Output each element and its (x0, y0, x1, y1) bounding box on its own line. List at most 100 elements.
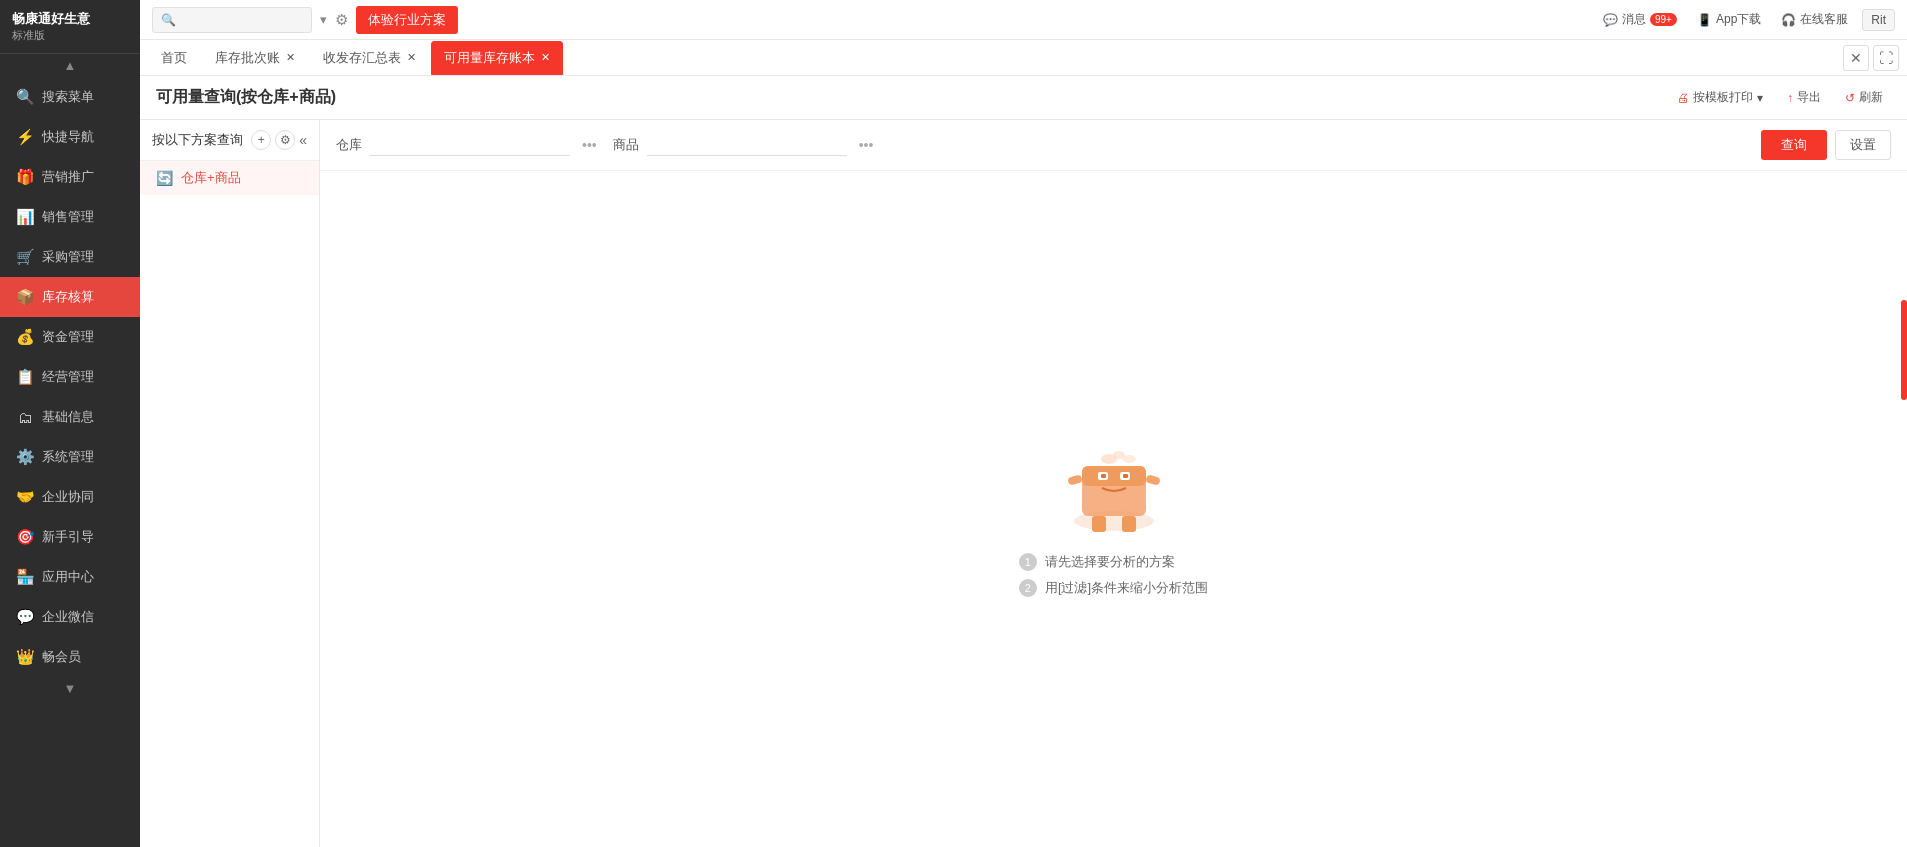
scheme-label: 仓库+商品 (181, 169, 241, 187)
print-btn[interactable]: 🖨 按模板打印 ▾ (1669, 86, 1771, 109)
messages-badge: 99+ (1650, 13, 1677, 26)
sidebar-icon-search: 🔍 (16, 88, 34, 106)
right-scrollbar[interactable] (1901, 300, 1907, 400)
messages-btn[interactable]: 💬 消息 99+ (1597, 8, 1683, 31)
tab-available-ledger[interactable]: 可用量库存账本 ✕ (431, 41, 563, 75)
service-icon: 🎧 (1781, 13, 1796, 27)
left-panel-header: 按以下方案查询 + ⚙ « (140, 120, 319, 161)
app-name: 畅康通好生意 (12, 10, 128, 28)
sidebar-item-enterprise[interactable]: 🤝企业协同 (0, 477, 140, 517)
trial-btn[interactable]: 体验行业方案 (356, 6, 458, 34)
sidebar-icon-operations: 📋 (16, 368, 34, 386)
product-field: 商品 ••• (613, 134, 874, 156)
tab-maximize-btn[interactable]: ⛶ (1873, 45, 1899, 71)
user-avatar[interactable]: Rit (1862, 9, 1895, 31)
tip-num-1: 1 (1019, 553, 1037, 571)
page-title: 可用量查询(按仓库+商品) (156, 87, 336, 108)
print-label: 按模板打印 (1693, 89, 1753, 106)
tab-close-btn[interactable]: ✕ (1843, 45, 1869, 71)
sidebar-icon-sales: 📊 (16, 208, 34, 226)
sidebar-item-appstore[interactable]: 🏪 应用中心 (0, 557, 140, 597)
app-download-label: App下载 (1716, 11, 1761, 28)
scheme-warehouse-product[interactable]: 🔄 仓库+商品 (140, 161, 319, 195)
sidebar-item-purchase[interactable]: 🛒采购管理 (0, 237, 140, 277)
close-icon[interactable]: ✕ (286, 51, 295, 64)
sidebar-icon-marketing: 🎁 (16, 168, 34, 186)
sidebar-item-system[interactable]: ⚙️ 系统管理 (0, 437, 140, 477)
sidebar-item-newbie[interactable]: 🎯新手引导 (0, 517, 140, 557)
product-more-btn[interactable]: ••• (859, 137, 874, 153)
online-service-btn[interactable]: 🎧 在线客服 (1775, 8, 1854, 31)
sidebar-icon-system: ⚙️ (16, 448, 34, 466)
sidebar-menu: 🔍 搜索菜单 ⚡快捷导航🎁营销推广 📊 销售管理 🛒采购管理📦库存核算💰资金管理📋经营管理… (0, 77, 140, 677)
app-download-btn[interactable]: 📱 App下载 (1691, 8, 1767, 31)
sidebar-item-wechat[interactable]: 💬企业微信 (0, 597, 140, 637)
refresh-btn[interactable]: ↺ 刷新 (1837, 86, 1891, 109)
panel-header-label: 按以下方案查询 (152, 131, 243, 149)
sidebar-item-search[interactable]: 🔍 搜索菜单 (0, 77, 140, 117)
svg-rect-5 (1101, 474, 1106, 478)
page-actions: 🖨 按模板打印 ▾ ↑ 导出 ↺ 刷新 (1669, 86, 1891, 109)
sidebar-item-sales[interactable]: 📊 销售管理 (0, 197, 140, 237)
filter-row: 仓库 ••• 商品 ••• 查询 设置 (320, 120, 1907, 171)
warehouse-field: 仓库 ••• (336, 134, 597, 156)
tab-batch-ledger[interactable]: 库存批次账 ✕ (202, 41, 308, 75)
content-area: 按以下方案查询 + ⚙ « 🔄 仓库+商品 仓库 ••• (140, 120, 1907, 847)
settings-icon[interactable]: ⚙ (335, 11, 348, 29)
download-icon: 📱 (1697, 13, 1712, 27)
tip-text-2: 用[过滤]条件来缩小分析范围 (1045, 579, 1208, 597)
sidebar-icon-appstore: 🏪 (16, 568, 34, 586)
settings-btn[interactable]: 设置 (1835, 130, 1891, 160)
sidebar-label-appstore: 应用中心 (42, 568, 94, 586)
sidebar-icon-enterprise: 🤝 (16, 488, 34, 506)
search-icon: 🔍 (161, 13, 176, 27)
product-input[interactable] (647, 134, 847, 156)
sidebar-item-member[interactable]: 👑畅会员 (0, 637, 140, 677)
sidebar-label-member: 畅会员 (42, 648, 81, 666)
sidebar-item-finance[interactable]: 💰资金管理 (0, 317, 140, 357)
sidebar-label-sales: 销售管理 (42, 208, 94, 226)
page-header: 可用量查询(按仓库+商品) 🖨 按模板打印 ▾ ↑ 导出 ↺ 刷新 (140, 76, 1907, 120)
settings-scheme-btn[interactable]: ⚙ (275, 130, 295, 150)
empty-tip-2: 2 用[过滤]条件来缩小分析范围 (1019, 579, 1208, 597)
tabs-bar: 首页 库存批次账 ✕ 收发存汇总表 ✕ 可用量库存账本 ✕ ✕ ⛶ (140, 40, 1907, 76)
sidebar-item-basic[interactable]: 🗂基础信息 (0, 397, 140, 437)
sidebar-item-marketing[interactable]: 🎁营销推广 (0, 157, 140, 197)
sidebar-label-finance: 资金管理 (42, 328, 94, 346)
empty-tip-1: 1 请先选择要分析的方案 (1019, 553, 1208, 571)
tab-label: 收发存汇总表 (323, 49, 401, 67)
tab-receipt-summary[interactable]: 收发存汇总表 ✕ (310, 41, 429, 75)
sidebar-item-inventory[interactable]: 📦库存核算 (0, 277, 140, 317)
app-version: 标准版 (12, 28, 128, 43)
tab-home[interactable]: 首页 (148, 41, 200, 75)
svg-rect-2 (1082, 466, 1146, 486)
top-header: 🔍 ▾ ⚙ 体验行业方案 💬 消息 99+ 📱 App下载 🎧 在线客服 Rit (140, 0, 1907, 40)
empty-tips: 1 请先选择要分析的方案 2 用[过滤]条件来缩小分析范围 (1019, 553, 1208, 597)
warehouse-more-btn[interactable]: ••• (582, 137, 597, 153)
left-panel: 按以下方案查询 + ⚙ « 🔄 仓库+商品 (140, 120, 320, 847)
chevron-down-icon[interactable]: ▾ (1757, 91, 1763, 105)
header-search-box[interactable]: 🔍 (152, 7, 312, 33)
export-label: 导出 (1797, 89, 1821, 106)
collapse-btn[interactable]: « (299, 132, 307, 148)
svg-rect-6 (1123, 474, 1128, 478)
scheme-icon: 🔄 (156, 170, 173, 186)
sidebar-label-search: 搜索菜单 (42, 88, 94, 106)
tip-num-2: 2 (1019, 579, 1037, 597)
close-icon[interactable]: ✕ (407, 51, 416, 64)
warehouse-input[interactable] (370, 134, 570, 156)
close-icon[interactable]: ✕ (541, 51, 550, 64)
online-service-label: 在线客服 (1800, 11, 1848, 28)
sidebar-label-system: 系统管理 (42, 448, 94, 466)
scroll-down-btn[interactable]: ▼ (0, 677, 140, 700)
home-label: 首页 (161, 49, 187, 67)
sidebar-item-operations[interactable]: 📋经营管理 (0, 357, 140, 397)
message-icon: 💬 (1603, 13, 1618, 27)
query-btn[interactable]: 查询 (1761, 130, 1827, 160)
add-scheme-btn[interactable]: + (251, 130, 271, 150)
export-btn[interactable]: ↑ 导出 (1779, 86, 1829, 109)
dropdown-icon[interactable]: ▾ (320, 12, 327, 27)
sidebar-item-quicknav[interactable]: ⚡快捷导航 (0, 117, 140, 157)
scroll-up-btn[interactable]: ▲ (0, 54, 140, 77)
tip-text-1: 请先选择要分析的方案 (1045, 553, 1175, 571)
